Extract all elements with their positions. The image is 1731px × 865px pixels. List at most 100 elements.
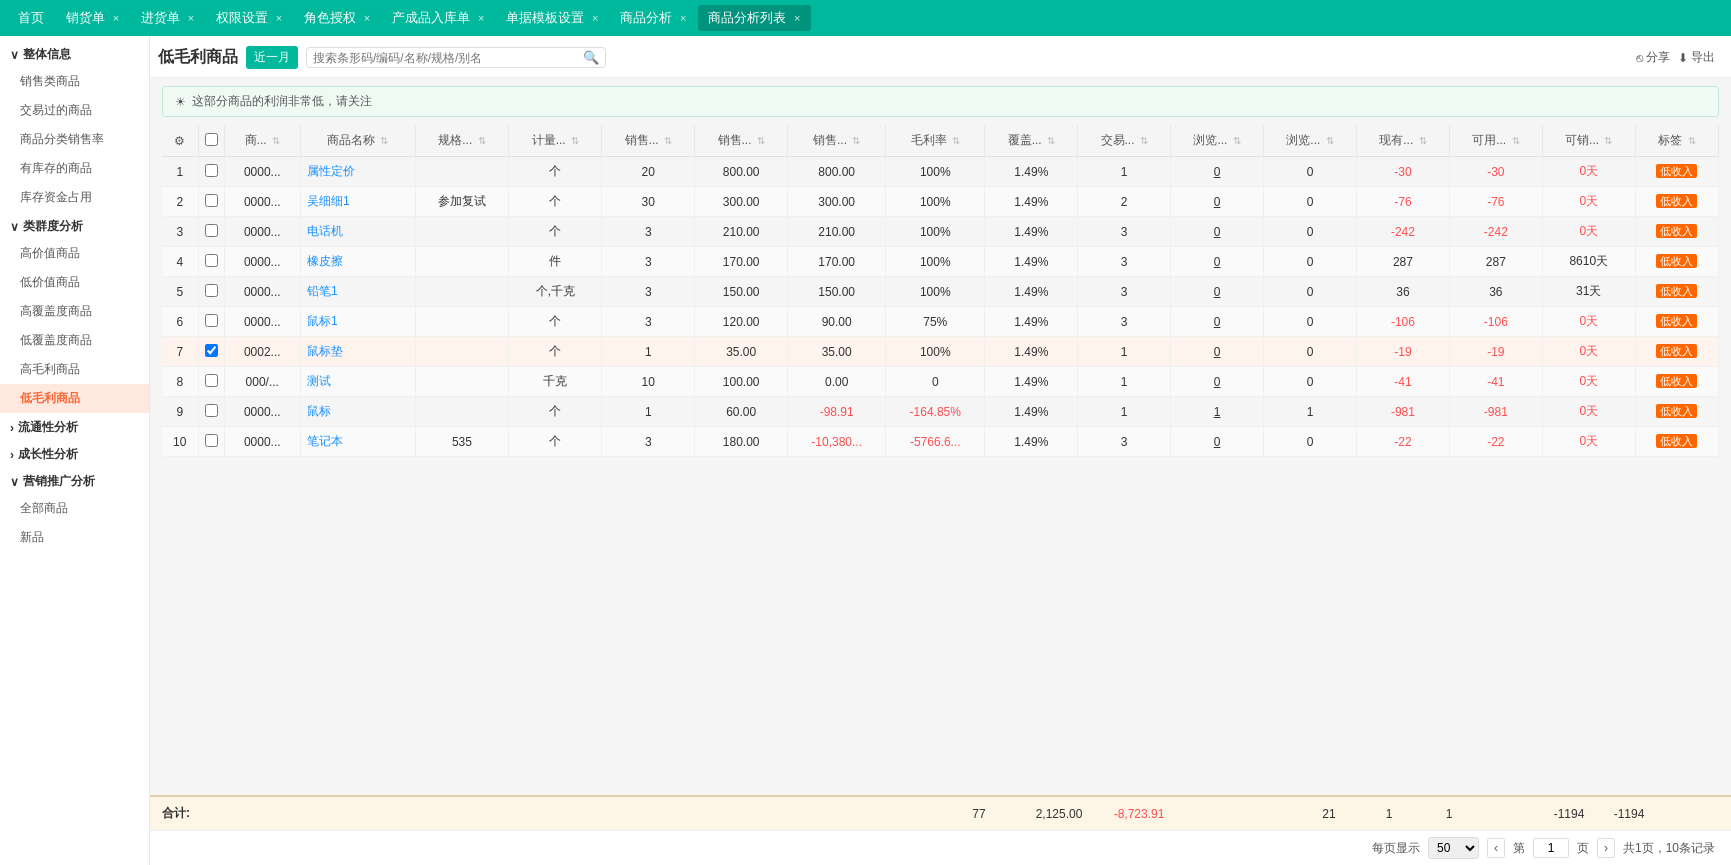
col-settings[interactable]: ⚙ (162, 125, 198, 157)
sidebar-item-in-stock[interactable]: 有库存的商品 (0, 154, 149, 183)
row-select-checkbox[interactable] (205, 314, 218, 327)
col-spec[interactable]: 规格... ⇅ (415, 125, 509, 157)
col-transactions[interactable]: 交易... ⇅ (1078, 125, 1171, 157)
row-checkbox[interactable] (198, 337, 224, 367)
row-views1[interactable]: 0 (1171, 157, 1264, 187)
col-views2[interactable]: 浏览... ⇅ (1264, 125, 1357, 157)
nav-product-analysis-list[interactable]: 商品分析列表 × (698, 5, 810, 31)
row-select-checkbox[interactable] (205, 194, 218, 207)
prev-page-button[interactable]: ‹ (1487, 838, 1505, 858)
col-gross-rate[interactable]: 毛利率 ⇅ (886, 125, 985, 157)
row-select-checkbox[interactable] (205, 374, 218, 387)
row-select-checkbox[interactable] (205, 224, 218, 237)
search-input[interactable] (313, 51, 579, 65)
row-views1[interactable]: 0 (1171, 367, 1264, 397)
nav-permission-settings[interactable]: 权限设置 × (206, 5, 292, 31)
close-icon[interactable]: × (680, 12, 686, 24)
nav-sales-order[interactable]: 销货单 × (56, 5, 129, 31)
close-icon[interactable]: × (276, 12, 282, 24)
row-views1[interactable]: 1 (1171, 397, 1264, 427)
nav-product-inbound[interactable]: 产成品入库单 × (382, 5, 494, 31)
close-icon[interactable]: × (113, 12, 119, 24)
row-views1[interactable]: 0 (1171, 247, 1264, 277)
row-checkbox[interactable] (198, 187, 224, 217)
sidebar-group-marketing[interactable]: ∨ 营销推广分析 (0, 467, 149, 494)
close-icon[interactable]: × (794, 12, 800, 24)
nav-home[interactable]: 首页 (8, 5, 54, 31)
export-button[interactable]: ⬇ 导出 (1678, 49, 1715, 66)
sidebar-group-growth[interactable]: › 成长性分析 (0, 440, 149, 467)
col-checkbox[interactable] (198, 125, 224, 157)
nav-product-analysis[interactable]: 商品分析 × (610, 5, 696, 31)
col-sales-price[interactable]: 销售... ⇅ (695, 125, 788, 157)
row-checkbox[interactable] (198, 427, 224, 457)
row-name[interactable]: 鼠标 (301, 397, 415, 427)
row-views1[interactable]: 0 (1171, 277, 1264, 307)
sidebar-item-capital[interactable]: 库存资金占用 (0, 183, 149, 212)
row-views1[interactable]: 0 (1171, 337, 1264, 367)
select-all-checkbox[interactable] (205, 133, 218, 146)
col-sales-qty[interactable]: 销售... ⇅ (602, 125, 695, 157)
row-name[interactable]: 测试 (301, 367, 415, 397)
sidebar-item-traded-products[interactable]: 交易过的商品 (0, 96, 149, 125)
row-checkbox[interactable] (198, 247, 224, 277)
row-checkbox[interactable] (198, 277, 224, 307)
sidebar-group-overall[interactable]: ∨ 整体信息 (0, 40, 149, 67)
sidebar-group-circulation[interactable]: › 流通性分析 (0, 413, 149, 440)
col-stock[interactable]: 现有... ⇅ (1356, 125, 1449, 157)
sidebar-item-high-margin[interactable]: 高毛利商品 (0, 355, 149, 384)
nav-purchase-order[interactable]: 进货单 × (131, 5, 204, 31)
row-checkbox[interactable] (198, 367, 224, 397)
close-icon[interactable]: × (188, 12, 194, 24)
row-checkbox[interactable] (198, 217, 224, 247)
next-page-button[interactable]: › (1597, 838, 1615, 858)
time-filter-button[interactable]: 近一月 (246, 46, 298, 69)
close-icon[interactable]: × (364, 12, 370, 24)
col-views1[interactable]: 浏览... ⇅ (1171, 125, 1264, 157)
sidebar-item-sales-products[interactable]: 销售类商品 (0, 67, 149, 96)
nav-template-settings[interactable]: 单据模板设置 × (496, 5, 608, 31)
col-coverage[interactable]: 覆盖... ⇅ (985, 125, 1078, 157)
col-tag[interactable]: 标签 ⇅ (1635, 125, 1718, 157)
col-code[interactable]: 商... ⇅ (224, 125, 301, 157)
row-select-checkbox[interactable] (205, 344, 218, 357)
sidebar-item-high-value[interactable]: 高价值商品 (0, 239, 149, 268)
row-views1[interactable]: 0 (1171, 427, 1264, 457)
col-unit[interactable]: 计量... ⇅ (509, 125, 602, 157)
share-button[interactable]: ⎋ 分享 (1636, 49, 1670, 66)
sidebar-group-cluster[interactable]: ∨ 类群度分析 (0, 212, 149, 239)
row-select-checkbox[interactable] (205, 284, 218, 297)
sidebar-item-new-products[interactable]: 新品 (0, 523, 149, 552)
row-name[interactable]: 橡皮擦 (301, 247, 415, 277)
col-available[interactable]: 可用... ⇅ (1449, 125, 1542, 157)
col-sellable[interactable]: 可销... ⇅ (1542, 125, 1635, 157)
close-icon[interactable]: × (478, 12, 484, 24)
sidebar-item-all-products[interactable]: 全部商品 (0, 494, 149, 523)
row-checkbox[interactable] (198, 307, 224, 337)
row-name[interactable]: 鼠标垫 (301, 337, 415, 367)
row-select-checkbox[interactable] (205, 164, 218, 177)
row-views1[interactable]: 0 (1171, 307, 1264, 337)
row-checkbox[interactable] (198, 397, 224, 427)
row-name[interactable]: 鼠标1 (301, 307, 415, 337)
sidebar-item-low-value[interactable]: 低价值商品 (0, 268, 149, 297)
sidebar-item-low-coverage[interactable]: 低覆盖度商品 (0, 326, 149, 355)
nav-role-auth[interactable]: 角色授权 × (294, 5, 380, 31)
row-name[interactable]: 属性定价 (301, 157, 415, 187)
row-name[interactable]: 笔记本 (301, 427, 415, 457)
row-checkbox[interactable] (198, 157, 224, 187)
close-icon[interactable]: × (592, 12, 598, 24)
row-select-checkbox[interactable] (205, 404, 218, 417)
sidebar-item-category-sales-rate[interactable]: 商品分类销售率 (0, 125, 149, 154)
row-views1[interactable]: 0 (1171, 187, 1264, 217)
row-select-checkbox[interactable] (205, 254, 218, 267)
row-views1[interactable]: 0 (1171, 217, 1264, 247)
sidebar-item-high-coverage[interactable]: 高覆盖度商品 (0, 297, 149, 326)
row-name[interactable]: 电话机 (301, 217, 415, 247)
row-name[interactable]: 吴细细1 (301, 187, 415, 217)
sidebar-item-low-margin[interactable]: 低毛利商品 (0, 384, 149, 413)
col-sales-profit[interactable]: 销售... ⇅ (788, 125, 886, 157)
row-name[interactable]: 铅笔1 (301, 277, 415, 307)
row-select-checkbox[interactable] (205, 434, 218, 447)
col-name[interactable]: 商品名称 ⇅ (301, 125, 415, 157)
